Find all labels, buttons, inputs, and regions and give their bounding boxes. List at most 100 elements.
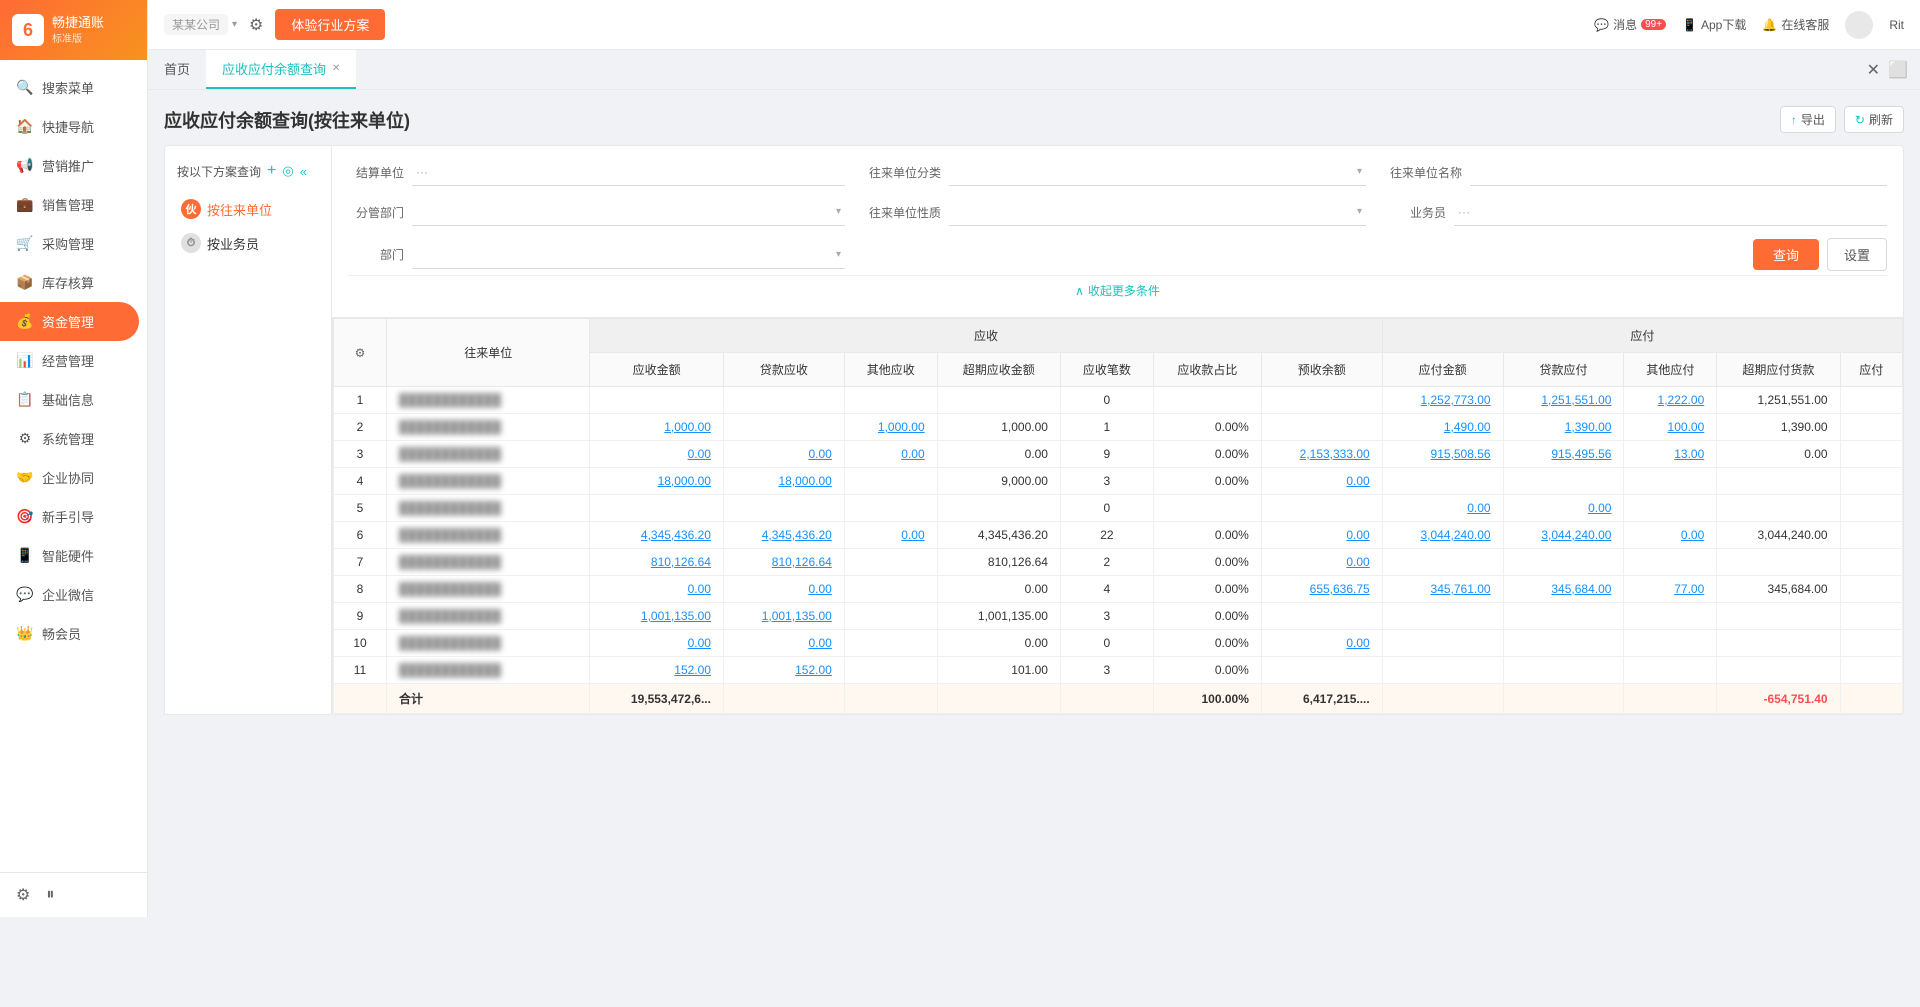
total-ar-amount: 19,553,472,6... — [590, 684, 724, 714]
cell-link[interactable]: 0.00 — [901, 528, 924, 542]
cell-link[interactable]: 152.00 — [795, 663, 832, 677]
cell-link[interactable]: 0.00 — [1346, 555, 1369, 569]
sidebar-collapse-icon[interactable]: ⏸ — [46, 886, 54, 904]
cell-ar-count: 0 — [1060, 495, 1153, 522]
cell-link[interactable]: 1,390.00 — [1565, 420, 1612, 434]
sidebar-item-purchase[interactable]: 🛒采购管理 — [0, 224, 147, 263]
tab-close-icon[interactable]: ✕ — [332, 63, 340, 74]
online-service-button[interactable]: 🔔 在线客服 — [1762, 16, 1829, 33]
sidebar-item-sales[interactable]: 💼销售管理 — [0, 185, 147, 224]
filter-settings-icon[interactable]: ◎ — [282, 163, 293, 179]
filter-collapse-icon[interactable]: « — [300, 164, 307, 179]
cell-link[interactable]: 2,153,333.00 — [1300, 447, 1370, 461]
app-download-button[interactable]: 📱 App下载 — [1682, 16, 1746, 33]
tab-ar-ap[interactable]: 应收应付余额查询 ✕ — [206, 50, 356, 89]
filter-by-salesman[interactable]: ⏱ 按业务员 — [173, 226, 323, 260]
cell-link[interactable]: 1,000.00 — [664, 420, 711, 434]
cell-link[interactable]: 1,000.00 — [878, 420, 925, 434]
cell-link[interactable]: 1,490.00 — [1444, 420, 1491, 434]
partner-category-input[interactable]: ▾ — [949, 158, 1366, 186]
cell-link[interactable]: 1,251,551.00 — [1541, 393, 1611, 407]
chevron-down-icon[interactable]: ▾ — [232, 19, 237, 30]
cell-link[interactable]: 100.00 — [1668, 420, 1705, 434]
refresh-button[interactable]: ↻ 刷新 — [1844, 106, 1904, 133]
cell-link[interactable]: 1,001,135.00 — [762, 609, 832, 623]
tab-bar: 首页 应收应付余额查询 ✕ ✕ ⬜ — [148, 50, 1920, 90]
cell-link[interactable]: 152.00 — [674, 663, 711, 677]
cell-link[interactable]: 0.00 — [808, 582, 831, 596]
cell-link[interactable]: 0.00 — [1346, 636, 1369, 650]
cell-link[interactable]: 4,345,436.20 — [762, 528, 832, 542]
cell-link[interactable]: 0.00 — [1467, 501, 1490, 515]
sidebar-item-guide[interactable]: 🎯新手引导 — [0, 497, 147, 536]
sidebar-item-inventory[interactable]: 📦库存核算 — [0, 263, 147, 302]
sidebar-item-collab[interactable]: 🤝企业协同 — [0, 458, 147, 497]
cell-link[interactable]: 0.00 — [1346, 474, 1369, 488]
partner-nature-input[interactable]: ▾ — [949, 198, 1366, 226]
cell-ap-loan: 915,495.56 — [1503, 441, 1624, 468]
sidebar-item-smart-hw[interactable]: 📱智能硬件 — [0, 536, 147, 575]
filter-by-partner[interactable]: 伙 按往来单位 — [173, 192, 323, 226]
export-button[interactable]: ↑ 导出 — [1780, 106, 1836, 133]
cell-link[interactable]: 77.00 — [1674, 582, 1704, 596]
user-avatar[interactable] — [1845, 11, 1873, 39]
tab-home[interactable]: 首页 — [148, 50, 206, 89]
cell-link[interactable]: 0.00 — [1346, 528, 1369, 542]
settings-button[interactable]: 设置 — [1827, 238, 1887, 271]
cell-link[interactable]: 345,684.00 — [1551, 582, 1611, 596]
cell-link[interactable]: 1,252,773.00 — [1421, 393, 1491, 407]
partner-name-input[interactable] — [1470, 158, 1887, 186]
sidebar-item-marketing[interactable]: 📢营销推广 — [0, 146, 147, 185]
message-button[interactable]: 💬 消息 99+ — [1594, 16, 1666, 33]
cell-link[interactable]: 18,000.00 — [778, 474, 831, 488]
cell-link[interactable]: 0.00 — [688, 636, 711, 650]
salesman-field: 业务员 ··· — [1390, 198, 1887, 226]
top-settings-icon[interactable]: ⚙ — [249, 15, 263, 35]
sidebar-item-search-menu[interactable]: 🔍搜索菜单 — [0, 68, 147, 107]
sidebar-item-quick-nav[interactable]: 🏠快捷导航 — [0, 107, 147, 146]
cell-link[interactable]: 3,044,240.00 — [1541, 528, 1611, 542]
cell-link[interactable]: 0.00 — [808, 636, 831, 650]
cell-link[interactable]: 0.00 — [1681, 528, 1704, 542]
table-settings-icon[interactable]: ⚙ — [346, 339, 374, 367]
cell-link[interactable]: 0.00 — [808, 447, 831, 461]
sidebar-item-system[interactable]: ⚙系统管理 — [0, 419, 147, 458]
cell-link[interactable]: 1,222.00 — [1658, 393, 1705, 407]
sidebar-item-member[interactable]: 👑畅会员 — [0, 614, 147, 653]
sidebar-item-wechat[interactable]: 💬企业微信 — [0, 575, 147, 614]
cell-link[interactable]: 13.00 — [1674, 447, 1704, 461]
sidebar-settings-icon[interactable]: ⚙ — [16, 885, 30, 905]
cell-link[interactable]: 0.00 — [1588, 501, 1611, 515]
cell-link[interactable]: 915,508.56 — [1431, 447, 1491, 461]
cell-link[interactable]: 810,126.64 — [772, 555, 832, 569]
department-input[interactable]: ▾ — [412, 241, 845, 269]
left-filter-header: 按以下方案查询 + ◎ « — [173, 158, 323, 184]
settlement-unit-input[interactable]: ··· — [412, 158, 845, 186]
sidebar-item-finance[interactable]: 💰资金管理 — [0, 302, 139, 341]
cell-link[interactable]: 1,001,135.00 — [641, 609, 711, 623]
cell-link[interactable]: 4,345,436.20 — [641, 528, 711, 542]
sidebar-item-operations[interactable]: 📊经营管理 — [0, 341, 147, 380]
cell-link[interactable]: 810,126.64 — [651, 555, 711, 569]
tab-close-all-icon[interactable]: ✕ — [1867, 60, 1880, 80]
cell-link[interactable]: 0.00 — [688, 582, 711, 596]
sidebar-label-operations: 经营管理 — [42, 351, 94, 370]
tab-maximize-icon[interactable]: ⬜ — [1888, 60, 1908, 80]
cell-link[interactable]: 0.00 — [688, 447, 711, 461]
solution-button[interactable]: 体验行业方案 — [275, 9, 385, 40]
add-filter-icon[interactable]: + — [267, 162, 276, 180]
salesman-input[interactable]: ··· — [1454, 198, 1887, 226]
cell-ap-extra — [1840, 441, 1902, 468]
sidebar-item-base-info[interactable]: 📋基础信息 — [0, 380, 147, 419]
cell-link[interactable]: 18,000.00 — [658, 474, 711, 488]
cell-link[interactable]: 655,636.75 — [1310, 582, 1370, 596]
collapse-more-btn[interactable]: ∧ 收起更多条件 — [348, 275, 1887, 305]
cell-link[interactable]: 0.00 — [901, 447, 924, 461]
table-row: 10 ████████████ 0.00 0.00 0.00 0 0.00% 0… — [334, 630, 1903, 657]
dept-manager-input[interactable]: ▾ — [412, 198, 845, 226]
cell-link[interactable]: 915,495.56 — [1551, 447, 1611, 461]
cell-link[interactable]: 345,761.00 — [1431, 582, 1491, 596]
cell-link[interactable]: 3,044,240.00 — [1421, 528, 1491, 542]
cell-ar-ratio: 0.00% — [1153, 441, 1261, 468]
query-button[interactable]: 查询 — [1753, 239, 1819, 270]
